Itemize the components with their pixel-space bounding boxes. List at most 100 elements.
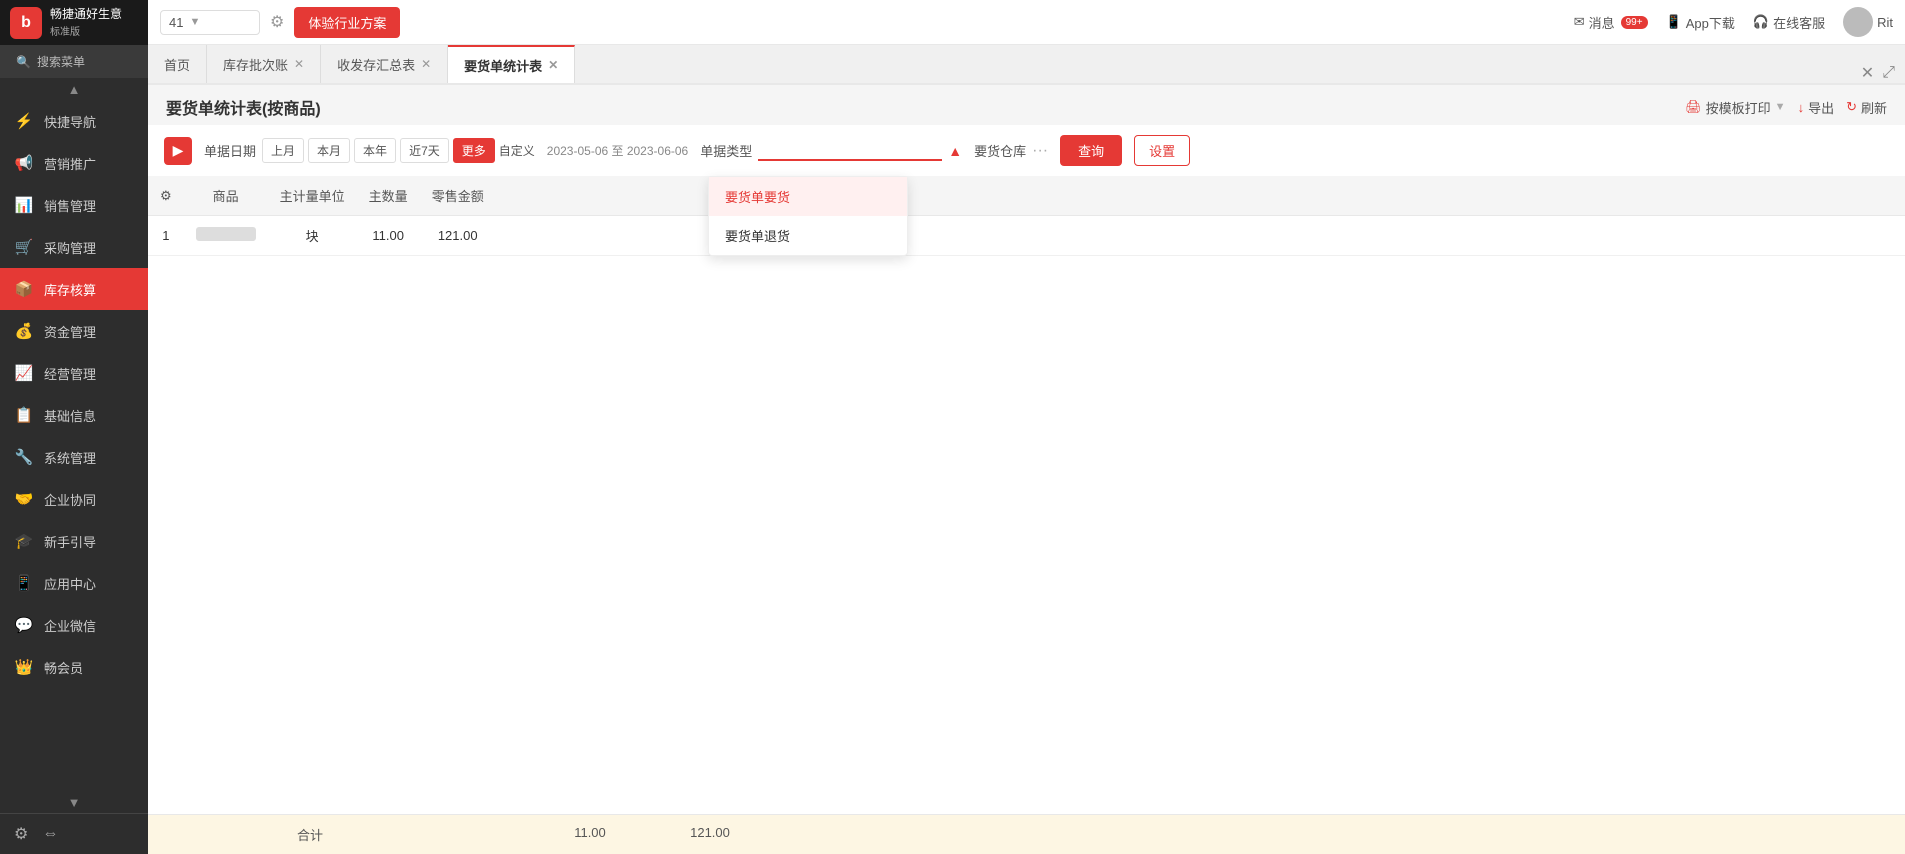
tab-order-stats[interactable]: 要货单统计表 ✕: [448, 45, 575, 83]
topbar-gear-icon[interactable]: ⚙: [268, 10, 286, 34]
sidebar-label-inventory: 库存核算: [44, 280, 96, 299]
user-avatar-item[interactable]: Rit: [1843, 7, 1893, 37]
filter-bar: ▶ 单据日期 上月 本月 本年 近7天 更多 自定义 2023-05-06 至 …: [148, 125, 1905, 176]
sidebar-item-inventory[interactable]: 📦 库存核算: [0, 268, 148, 310]
col-qty-header: 主数量: [357, 176, 420, 216]
table-footer: 合计 11.00 121.00: [148, 814, 1905, 854]
footer-amount: 121.00: [650, 825, 770, 844]
content-area: 要货单统计表(按商品) 🖨 按模板打印 ▼ ↓ 导出 ↻ 刷新: [148, 85, 1905, 854]
search-icon: 🔍: [16, 55, 31, 69]
date-btn-last-month[interactable]: 上月: [262, 138, 304, 163]
sales-icon: 📊: [14, 195, 34, 215]
app-download-item[interactable]: 📱 App下载: [1666, 13, 1735, 32]
service-item[interactable]: 🎧 在线客服: [1753, 13, 1825, 32]
sidebar-label-shortcut: 快捷导航: [44, 112, 96, 131]
refresh-button[interactable]: ↻ 刷新: [1846, 98, 1887, 117]
avatar: [1843, 7, 1873, 37]
date-btn-7days[interactable]: 近7天: [400, 138, 449, 163]
filter-expand-button[interactable]: ▶: [164, 137, 192, 165]
message-item[interactable]: ✉ 消息 99+: [1574, 13, 1648, 32]
sidebar-item-sales[interactable]: 📊 销售管理: [0, 184, 148, 226]
tab-order-stats-close[interactable]: ✕: [548, 58, 558, 72]
system-icon: 🔧: [14, 447, 34, 467]
sidebar-item-finance[interactable]: 💰 资金管理: [0, 310, 148, 352]
col-settings-header[interactable]: ⚙: [148, 176, 184, 216]
sidebar-item-shortcut[interactable]: ⚡ 快捷导航: [0, 100, 148, 142]
page-actions: 🖨 按模板打印 ▼ ↓ 导出 ↻ 刷新: [1685, 98, 1887, 117]
sidebar-item-system[interactable]: 🔧 系统管理: [0, 436, 148, 478]
tab-collect-close[interactable]: ✕: [421, 57, 431, 71]
date-filter-label: 单据日期: [204, 141, 256, 160]
sidebar-item-marketing[interactable]: 📢 营销推广: [0, 142, 148, 184]
sidebar-item-basic[interactable]: 📋 基础信息: [0, 394, 148, 436]
tab-home[interactable]: 首页: [148, 45, 207, 83]
filter-settings-button[interactable]: 设置: [1134, 135, 1190, 166]
org-selector[interactable]: 41 ▼: [160, 10, 260, 35]
date-btn-this-month[interactable]: 本月: [308, 138, 350, 163]
date-range-text: 2023-05-06 至 2023-06-06: [547, 142, 688, 159]
sidebar-bottom: ⚙ ⇔: [0, 813, 148, 854]
sidebar-search[interactable]: 🔍 搜索菜单: [0, 45, 148, 78]
dropdown-item-return[interactable]: 要货单退货: [709, 216, 907, 255]
sidebar-label-operation: 经营管理: [44, 364, 96, 383]
date-btn-custom[interactable]: 自定义: [499, 142, 535, 159]
sidebar-label-enterprise: 企业协同: [44, 490, 96, 509]
col-unit-header: 主计量单位: [268, 176, 357, 216]
cell-qty: 11.00: [357, 216, 420, 256]
type-filter-input[interactable]: [758, 140, 942, 161]
tab-batch[interactable]: 库存批次账 ✕: [207, 45, 321, 83]
filter-area-wrap: ▶ 单据日期 上月 本月 本年 近7天 更多 自定义 2023-05-06 至 …: [148, 125, 1905, 176]
sidebar-item-appstore[interactable]: 📱 应用中心: [0, 562, 148, 604]
dropdown-item-requisition[interactable]: 要货单要货: [709, 177, 907, 216]
sidebar-label-marketing: 营销推广: [44, 154, 96, 173]
chevron-down-icon: ▼: [189, 16, 200, 28]
industry-button[interactable]: 体验行业方案: [294, 7, 400, 38]
sidebar-label-finance: 资金管理: [44, 322, 96, 341]
inventory-icon: 📦: [14, 279, 34, 299]
date-btn-this-year[interactable]: 本年: [354, 138, 396, 163]
export-button[interactable]: ↓ 导出: [1798, 98, 1835, 117]
tab-batch-close[interactable]: ✕: [294, 57, 304, 71]
date-btn-more[interactable]: 更多: [453, 138, 495, 163]
sidebar-scroll-up[interactable]: ▲: [0, 78, 148, 100]
type-filter-label: 单据类型: [700, 141, 752, 160]
table-header-row: ⚙ 商品 主计量单位 主数量 零售金额: [148, 176, 1905, 216]
sidebar-label-wechat: 企业微信: [44, 616, 96, 635]
page-title: 要货单统计表(按商品): [166, 95, 321, 119]
sidebar-scroll-down[interactable]: ▼: [0, 791, 148, 813]
main-area: 41 ▼ ⚙ 体验行业方案 ✉ 消息 99+ 📱 App下载 🎧 在线客服 R: [148, 0, 1905, 854]
member-icon: 👑: [14, 657, 34, 677]
sidebar-item-purchase[interactable]: 🛒 采购管理: [0, 226, 148, 268]
print-icon: 🖨: [1685, 99, 1702, 115]
print-button[interactable]: 🖨 按模板打印 ▼: [1685, 98, 1785, 117]
user-name: Rit: [1877, 15, 1893, 30]
dropdown-menu-box: 要货单要货 要货单退货: [708, 176, 908, 256]
sidebar-item-member[interactable]: 👑 畅会员: [0, 646, 148, 688]
cell-no: 1: [148, 216, 184, 256]
export-icon: ↓: [1798, 100, 1805, 115]
sidebar-item-newbie[interactable]: 🎓 新手引导: [0, 520, 148, 562]
warehouse-more-icon[interactable]: ···: [1032, 142, 1048, 160]
sidebar-item-wechat[interactable]: 💬 企业微信: [0, 604, 148, 646]
headset-icon: 🎧: [1753, 14, 1769, 30]
message-label: 消息: [1589, 13, 1615, 32]
tabbar: 首页 库存批次账 ✕ 收发存汇总表 ✕ 要货单统计表 ✕ ✕ ⤢: [148, 45, 1905, 85]
logo-text-block: 畅捷通好生意 标准版: [50, 7, 122, 38]
newbie-icon: 🎓: [14, 531, 34, 551]
sidebar-item-operation[interactable]: 📈 经营管理: [0, 352, 148, 394]
settings-gear-icon[interactable]: ⚙: [14, 824, 28, 844]
type-dropdown-toggle[interactable]: ▲: [948, 143, 962, 159]
tab-close-all-icon[interactable]: ✕: [1861, 63, 1874, 83]
query-button[interactable]: 查询: [1060, 135, 1122, 166]
date-buttons: 上月 本月 本年 近7天 更多 自定义: [262, 138, 535, 163]
org-name: 41: [169, 15, 183, 30]
sidebar-item-enterprise[interactable]: 🤝 企业协同: [0, 478, 148, 520]
sidebar-collapse-icon[interactable]: ⇔: [42, 825, 58, 843]
wechat-icon: 💬: [14, 615, 34, 635]
tab-collect[interactable]: 收发存汇总表 ✕: [321, 45, 448, 83]
topbar: 41 ▼ ⚙ 体验行业方案 ✉ 消息 99+ 📱 App下载 🎧 在线客服 R: [148, 0, 1905, 45]
footer-qty: 11.00: [530, 825, 650, 844]
tab-home-label: 首页: [164, 55, 190, 74]
app-label: App下载: [1686, 13, 1735, 32]
tab-restore-icon[interactable]: ⤢: [1882, 64, 1895, 82]
